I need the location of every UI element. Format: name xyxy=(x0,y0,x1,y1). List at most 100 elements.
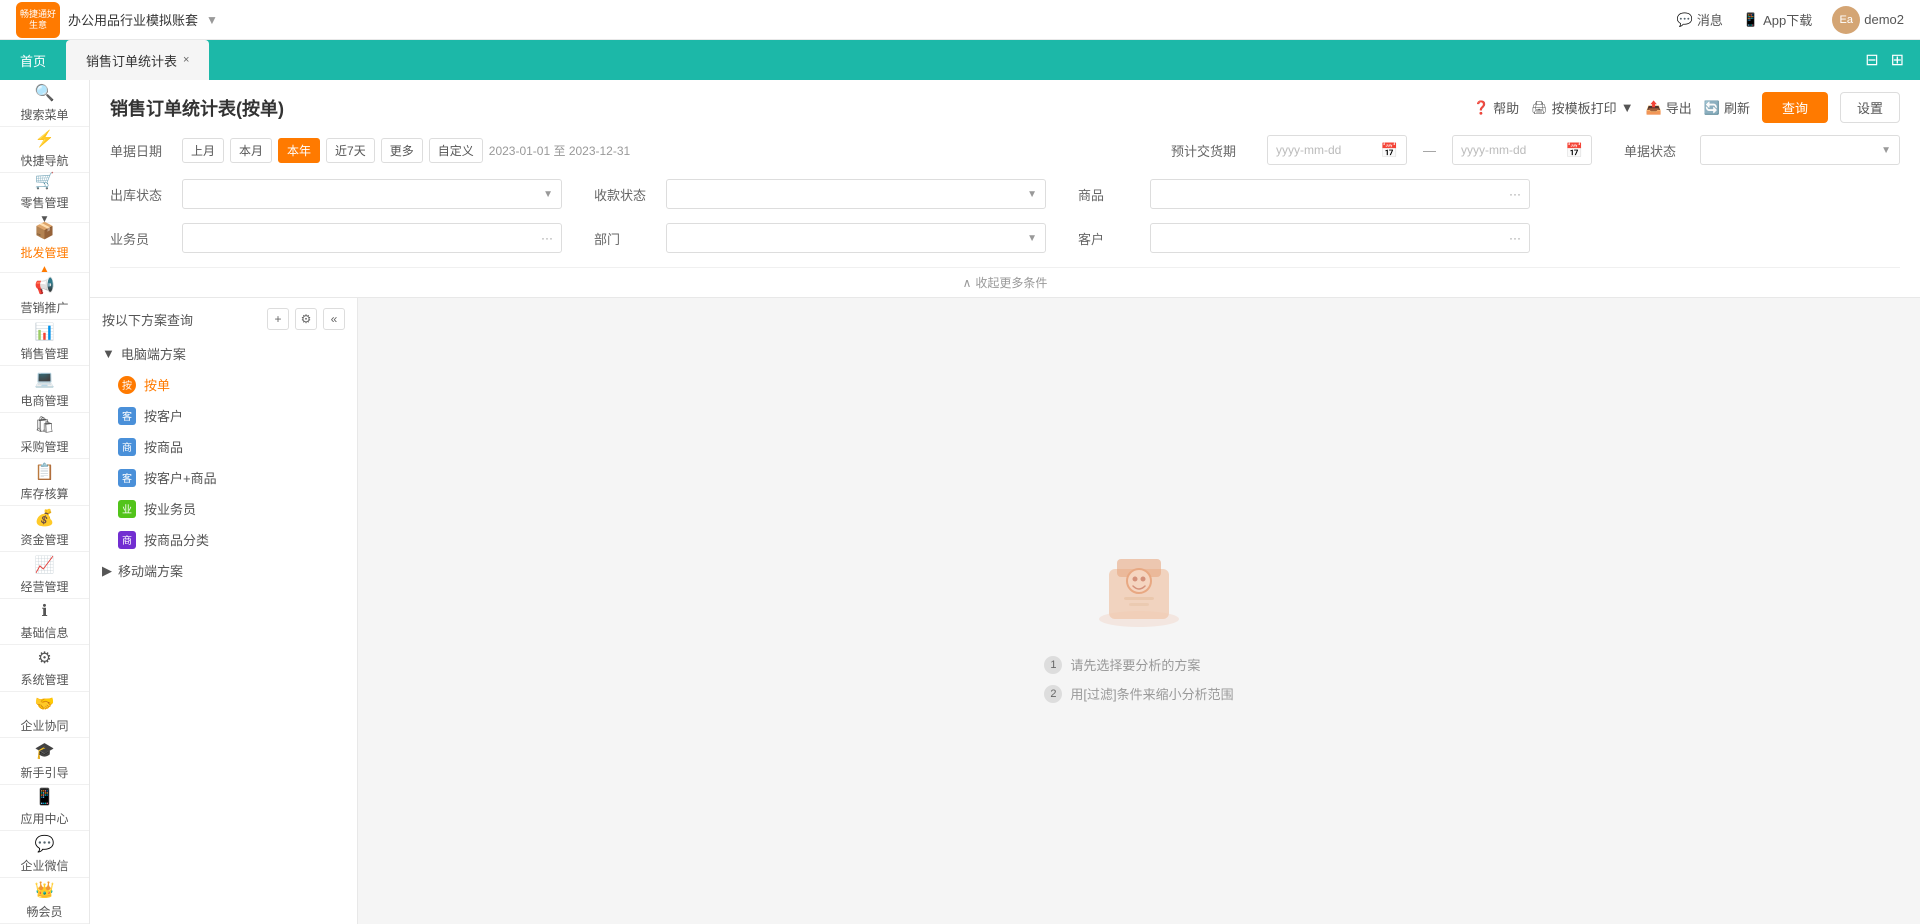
customer-select[interactable]: ··· xyxy=(1150,223,1530,253)
app-title-arrow[interactable]: ▼ xyxy=(206,13,218,27)
sidebar-item-operation[interactable]: 📈 经营管理 xyxy=(0,552,89,599)
scheme-group-pc-title[interactable]: ▼ 电脑端方案 xyxy=(90,338,357,369)
filter-panel: 单据日期 上月 本月 本年 近7天 更多 自定义 2023-01-01 至 20… xyxy=(110,135,1900,297)
sidebar-item-inventory[interactable]: 📋 库存核算 xyxy=(0,459,89,506)
sidebar-item-ecommerce[interactable]: 💻 电商管理 xyxy=(0,366,89,413)
header-actions: ❓ 帮助 🖨 按模板打印 ▼ 📤 导出 🔄 刷新 xyxy=(1473,92,1900,123)
calendar-start-icon: 📅 xyxy=(1381,142,1398,159)
app-download-button[interactable]: 📱 App下载 xyxy=(1743,10,1812,29)
sidebar-label-quicknav: 快捷导航 xyxy=(20,152,68,169)
content-header: 销售订单统计表(按单) ❓ 帮助 🖨 按模板打印 ▼ 📤 导出 xyxy=(90,80,1920,298)
sidebar-label-wholesale: 批发管理 xyxy=(20,244,68,261)
tab-sales-summary[interactable]: 销售订单统计表 × xyxy=(66,40,209,80)
scheme-item-byproduct[interactable]: 商 按商品 xyxy=(90,431,357,462)
collapse-filters-button[interactable]: ∧ 收起更多条件 xyxy=(110,267,1900,297)
delivery-status-select[interactable]: ▼ xyxy=(182,179,562,209)
sidebar-item-basic[interactable]: ℹ 基础信息 xyxy=(0,599,89,646)
empty-illustration xyxy=(1079,519,1199,639)
sidebar-item-search[interactable]: 🔍 搜索菜单 xyxy=(0,80,89,127)
order-status-arrow: ▼ xyxy=(1881,145,1891,156)
sidebar-item-marketing[interactable]: 📢 营销推广 xyxy=(0,273,89,320)
product-more-icon[interactable]: ··· xyxy=(1509,187,1521,201)
data-area: 1 请先选择要分析的方案 2 用[过滤]条件来缩小分析范围 xyxy=(358,298,1920,924)
export-button[interactable]: 📤 导出 xyxy=(1646,98,1692,117)
sidebar-label-wechat: 企业微信 xyxy=(20,857,68,874)
scheme-group-mobile-arrow: ▶ xyxy=(102,563,112,579)
quicknav-icon: ⚡ xyxy=(35,129,55,149)
print-arrow-icon[interactable]: ▼ xyxy=(1621,100,1634,115)
salesperson-select[interactable]: ··· xyxy=(182,223,562,253)
help-button[interactable]: ❓ 帮助 xyxy=(1473,98,1519,117)
department-select[interactable]: ▼ xyxy=(666,223,1046,253)
tab-minimize-icon[interactable]: ⊟ xyxy=(1865,50,1878,70)
scheme-item-icon-byorder: 按 xyxy=(118,376,136,394)
scheme-item-bycustomerproduct[interactable]: 客 按客户+商品 xyxy=(90,462,357,493)
help-label: 帮助 xyxy=(1493,98,1519,117)
top-bar: 畅捷通好生意 办公用品行业模拟账套 ▼ 💬 消息 📱 App下载 Ea demo… xyxy=(0,0,1920,40)
tip-text-1: 请先选择要分析的方案 xyxy=(1070,655,1200,674)
scheme-item-icon-byproductcategory: 商 xyxy=(118,531,136,549)
sidebar-item-finance[interactable]: 💰 资金管理 xyxy=(0,506,89,553)
sidebar-item-wechat[interactable]: 💬 企业微信 xyxy=(0,831,89,878)
tab-home[interactable]: 首页 xyxy=(0,40,66,80)
collection-status-select[interactable]: ▼ xyxy=(666,179,1046,209)
tab-maximize-icon[interactable]: ⊞ xyxy=(1891,50,1904,70)
sidebar-item-sales[interactable]: 📊 销售管理 xyxy=(0,320,89,367)
corp-icon: 🤝 xyxy=(35,694,55,714)
scheme-group-mobile-title[interactable]: ▶ 移动端方案 xyxy=(90,555,357,586)
scheme-settings-button[interactable]: ⚙ xyxy=(295,308,317,330)
scheme-collapse-button[interactable]: « xyxy=(323,308,345,330)
logo-text: 畅捷通好生意 xyxy=(16,9,60,31)
tab-close-icon[interactable]: × xyxy=(183,54,189,66)
customer-label: 客户 xyxy=(1078,229,1134,248)
expected-delivery-start[interactable]: yyyy-mm-dd 📅 xyxy=(1267,135,1407,165)
order-status-select[interactable]: ▼ xyxy=(1700,135,1900,165)
scheme-item-byorder[interactable]: 按 按单 xyxy=(90,369,357,400)
scheme-group-mobile: ▶ 移动端方案 xyxy=(90,555,357,586)
sidebar-item-wholesale[interactable]: 📦 批发管理 ▲ xyxy=(0,223,89,273)
basic-icon: ℹ xyxy=(41,601,47,621)
sidebar-item-purchase[interactable]: 🛍 采购管理 xyxy=(0,413,89,460)
sidebar-item-retail[interactable]: 🛒 零售管理 ▼ xyxy=(0,173,89,223)
scheme-item-bycustomer[interactable]: 客 按客户 xyxy=(90,400,357,431)
user-profile[interactable]: Ea demo2 xyxy=(1832,6,1904,34)
sidebar-label-member: 畅会员 xyxy=(26,903,62,920)
tip-text-2: 用[过滤]条件来缩小分析范围 xyxy=(1070,684,1233,703)
date-btn-thisyear[interactable]: 本年 xyxy=(278,138,320,163)
scheme-item-byproductcategory-label: 按商品分类 xyxy=(144,530,209,549)
scheme-item-icon-byproduct: 商 xyxy=(118,438,136,456)
salesperson-more-icon[interactable]: ··· xyxy=(541,231,553,245)
setting-button[interactable]: 设置 xyxy=(1840,92,1900,123)
refresh-button[interactable]: 🔄 刷新 xyxy=(1704,98,1750,117)
delivery-status-label: 出库状态 xyxy=(110,185,166,204)
scheme-add-button[interactable]: + xyxy=(267,308,289,330)
product-select[interactable]: ··· xyxy=(1150,179,1530,209)
message-button[interactable]: 💬 消息 xyxy=(1677,10,1723,29)
date-btn-thismonth[interactable]: 本月 xyxy=(230,138,272,163)
filter-row-3: 业务员 ··· 部门 ▼ 客户 ··· xyxy=(110,223,1900,253)
scheme-item-byproductcategory[interactable]: 商 按商品分类 xyxy=(90,524,357,555)
date-buttons-group: 上月 本月 本年 近7天 更多 自定义 2023-01-01 至 2023-12… xyxy=(182,138,1155,163)
scheme-item-byproduct-label: 按商品 xyxy=(144,437,183,456)
tip-num-1: 1 xyxy=(1044,656,1062,674)
date-btn-custom[interactable]: 自定义 xyxy=(429,138,483,163)
wholesale-icon: 📦 xyxy=(35,221,55,241)
expected-delivery-end[interactable]: yyyy-mm-dd 📅 xyxy=(1452,135,1592,165)
logo: 畅捷通好生意 xyxy=(16,2,60,38)
sidebar-item-quicknav[interactable]: ⚡ 快捷导航 xyxy=(0,127,89,174)
sidebar-item-system[interactable]: ⚙ 系统管理 xyxy=(0,645,89,692)
sidebar-label-inventory: 库存核算 xyxy=(20,485,68,502)
sidebar-item-guide[interactable]: 🎓 新手引导 xyxy=(0,738,89,785)
print-button[interactable]: 🖨 按模板打印 ▼ xyxy=(1531,98,1633,117)
scheme-group-pc-arrow: ▼ xyxy=(102,346,115,361)
date-btn-more[interactable]: 更多 xyxy=(381,138,423,163)
sidebar-item-member[interactable]: 👑 畅会员 xyxy=(0,878,89,924)
customer-more-icon[interactable]: ··· xyxy=(1509,231,1521,245)
sidebar-item-corp[interactable]: 🤝 企业协同 xyxy=(0,692,89,739)
date-btn-7days[interactable]: 近7天 xyxy=(326,138,375,163)
scheme-item-bysalesperson[interactable]: 业 按业务员 xyxy=(90,493,357,524)
sidebar-item-apps[interactable]: 📱 应用中心 xyxy=(0,785,89,832)
query-button[interactable]: 查询 xyxy=(1762,92,1828,123)
date-btn-lastmonth[interactable]: 上月 xyxy=(182,138,224,163)
tab-bar: 首页 销售订单统计表 × ⊟ ⊞ xyxy=(0,40,1920,80)
